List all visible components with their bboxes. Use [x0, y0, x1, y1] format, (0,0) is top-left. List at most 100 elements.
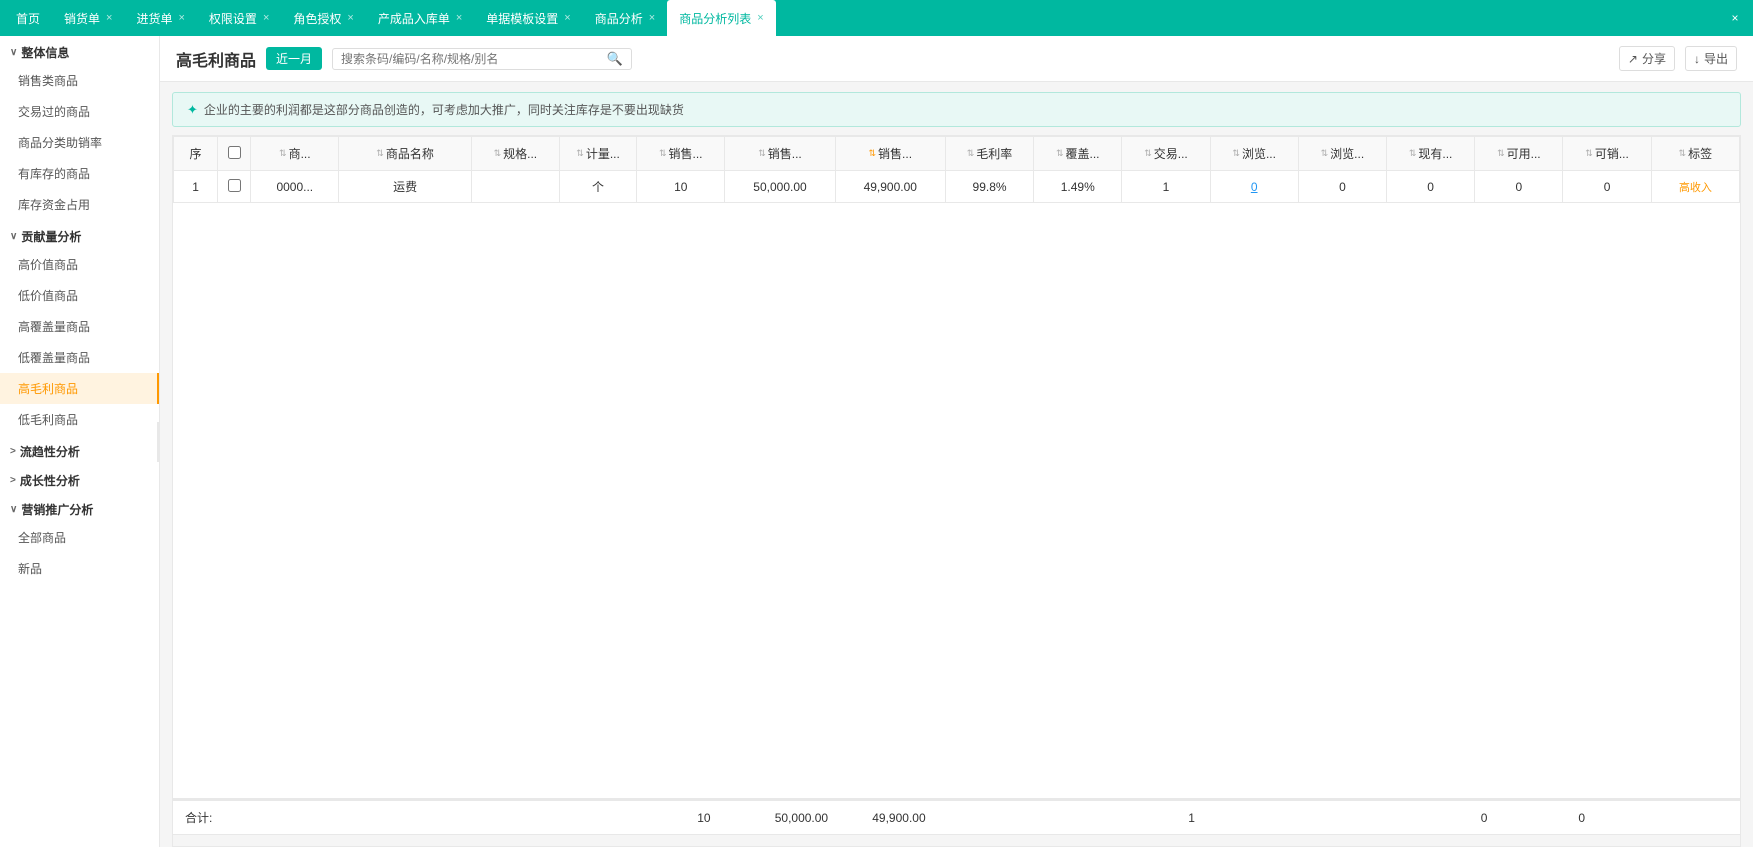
sidebar-item-traded-goods[interactable]: 交易过的商品: [0, 96, 159, 127]
chevron-right-icon: >: [10, 446, 16, 457]
sidebar-item-low-value[interactable]: 低价值商品: [0, 280, 159, 311]
close-icon[interactable]: ×: [564, 12, 570, 24]
sidebar-collapse-button[interactable]: 《: [157, 422, 160, 462]
data-table-container[interactable]: 序 ⇅ 商... ⇅: [172, 135, 1741, 799]
col-header-spec[interactable]: ⇅ 规格...: [471, 137, 559, 171]
col-header-trade[interactable]: ⇅ 交易...: [1122, 137, 1210, 171]
top-navigation: 首页 销货单 × 进货单 × 权限设置 × 角色授权 × 产成品入库单 × 单据…: [0, 0, 1753, 36]
cell-trade: 1: [1122, 171, 1210, 203]
data-table: 序 ⇅ 商... ⇅: [173, 136, 1740, 203]
close-icon[interactable]: ×: [757, 12, 763, 24]
chevron-down-icon: ∨: [10, 231, 17, 242]
sidebar-group-trend[interactable]: > 流趋性分析: [0, 435, 159, 464]
horizontal-scrollbar[interactable]: [172, 835, 1741, 847]
sort-icon: ⇅: [659, 148, 667, 159]
col-header-sales-profit[interactable]: ⇅ 销售...: [835, 137, 945, 171]
nav-home[interactable]: 首页: [4, 0, 52, 36]
nav-template-settings[interactable]: 单据模板设置 ×: [474, 0, 582, 36]
export-button[interactable]: ↓ 导出: [1685, 46, 1737, 71]
sidebar-item-high-margin[interactable]: 高毛利商品: [0, 373, 159, 404]
cell-code: 0000...: [251, 171, 339, 203]
close-icon[interactable]: ×: [263, 12, 269, 24]
tip-icon: ✦: [187, 102, 198, 118]
col-header-stock3[interactable]: ⇅ 可销...: [1563, 137, 1651, 171]
sidebar-item-low-margin[interactable]: 低毛利商品: [0, 404, 159, 435]
search-input[interactable]: [341, 52, 607, 66]
col-header-stock2[interactable]: ⇅ 可用...: [1475, 137, 1563, 171]
sidebar-item-stock-capital[interactable]: 库存资金占用: [0, 189, 159, 220]
footer-spacer5: [948, 811, 1046, 825]
sidebar-item-category-rate[interactable]: 商品分类助销率: [0, 127, 159, 158]
content-header: 高毛利商品 近一月 🔍 ↗ 分享 ↓ 导出: [160, 36, 1753, 82]
footer-spacer1: [265, 811, 363, 825]
close-icon[interactable]: ×: [106, 12, 112, 24]
cell-sales-qty: 10: [637, 171, 725, 203]
close-icon[interactable]: ×: [649, 12, 655, 24]
sidebar-group-marketing[interactable]: ∨ 营销推广分析: [0, 493, 159, 522]
sort-icon: ⇅: [1679, 148, 1687, 159]
sidebar-item-in-stock[interactable]: 有库存的商品: [0, 158, 159, 189]
footer-sales-profit: 49,900.00: [850, 811, 948, 825]
table-footer: 合计: 10 50,000.00 49,900.00 1 0 0: [172, 799, 1741, 835]
cell-stock1: 0: [1387, 171, 1475, 203]
cell-unit: 个: [559, 171, 636, 203]
sort-icon: ⇅: [376, 148, 384, 159]
nav-permission-settings[interactable]: 权限设置 ×: [197, 0, 281, 36]
col-header-code[interactable]: ⇅ 商...: [251, 137, 339, 171]
sort-icon: ⇅: [1144, 148, 1152, 159]
close-icon[interactable]: ×: [347, 12, 353, 24]
col-header-stock1[interactable]: ⇅ 现有...: [1387, 137, 1475, 171]
sort-icon: ⇅: [1585, 148, 1593, 159]
cell-browse2: 0: [1298, 171, 1386, 203]
sidebar-group-growth[interactable]: > 成长性分析: [0, 464, 159, 493]
col-header-index: 序: [174, 137, 218, 171]
col-header-browse1[interactable]: ⇅ 浏览...: [1210, 137, 1298, 171]
select-all-checkbox[interactable]: [228, 146, 241, 159]
footer-label: 合计:: [185, 809, 265, 826]
nav-product-analysis-list[interactable]: 商品分析列表 ×: [667, 0, 775, 36]
sort-icon: ⇅: [1232, 148, 1240, 159]
footer-sales-amt: 50,000.00: [753, 811, 851, 825]
close-icon[interactable]: ×: [456, 12, 462, 24]
col-header-browse2[interactable]: ⇅ 浏览...: [1298, 137, 1386, 171]
close-icon[interactable]: ×: [178, 12, 184, 24]
footer-stock2: 0: [1533, 811, 1631, 825]
col-header-gross-rate[interactable]: ⇅ 毛利率: [945, 137, 1033, 171]
footer-spacer8: [1338, 811, 1436, 825]
nav-purchase-order[interactable]: 进货单 ×: [124, 0, 196, 36]
col-header-cover[interactable]: ⇅ 覆盖...: [1034, 137, 1122, 171]
col-header-sales-qty[interactable]: ⇅ 销售...: [637, 137, 725, 171]
nav-sales-order[interactable]: 销货单 ×: [52, 0, 124, 36]
search-icon[interactable]: 🔍: [607, 51, 623, 67]
nav-role-auth[interactable]: 角色授权 ×: [281, 0, 365, 36]
row-checkbox[interactable]: [228, 179, 241, 192]
cell-check: [218, 171, 251, 203]
sidebar-item-low-coverage[interactable]: 低覆盖量商品: [0, 342, 159, 373]
share-button[interactable]: ↗ 分享: [1619, 46, 1675, 71]
footer-trade: 1: [1143, 811, 1241, 825]
chevron-down-icon: ∨: [10, 504, 17, 515]
info-banner: ✦ 企业的主要的利润都是这部分商品创造的，可考虑加大推广，同时关注库存是不要出现…: [172, 92, 1741, 127]
nav-finished-goods[interactable]: 产成品入库单 ×: [366, 0, 474, 36]
col-header-name[interactable]: ⇅ 商品名称: [339, 137, 471, 171]
sidebar-item-high-coverage[interactable]: 高覆盖量商品: [0, 311, 159, 342]
sidebar-item-all-goods[interactable]: 全部商品: [0, 522, 159, 553]
sidebar-group-overall[interactable]: ∨ 整体信息: [0, 36, 159, 65]
sidebar-group-contribution[interactable]: ∨ 贡献量分析: [0, 220, 159, 249]
window-close-button[interactable]: ×: [1717, 0, 1753, 36]
sort-icon: ⇅: [1321, 148, 1329, 159]
sidebar-item-new-goods[interactable]: 新品: [0, 553, 159, 584]
sort-icon: ⇅: [576, 148, 584, 159]
export-icon: ↓: [1694, 52, 1700, 66]
cell-browse1[interactable]: 0: [1210, 171, 1298, 203]
col-header-tag[interactable]: ⇅ 标签: [1651, 137, 1739, 171]
col-header-unit[interactable]: ⇅ 计量...: [559, 137, 636, 171]
footer-values: 10 50,000.00 49,900.00 1 0 0: [265, 811, 1728, 825]
footer-stock1: 0: [1435, 811, 1533, 825]
nav-product-analysis[interactable]: 商品分析 ×: [583, 0, 667, 36]
period-button[interactable]: 近一月: [266, 47, 322, 70]
sidebar-item-high-value[interactable]: 高价值商品: [0, 249, 159, 280]
cell-stock3: 0: [1563, 171, 1651, 203]
sidebar-item-sales-goods[interactable]: 销售类商品: [0, 65, 159, 96]
col-header-sales-amt[interactable]: ⇅ 销售...: [725, 137, 835, 171]
